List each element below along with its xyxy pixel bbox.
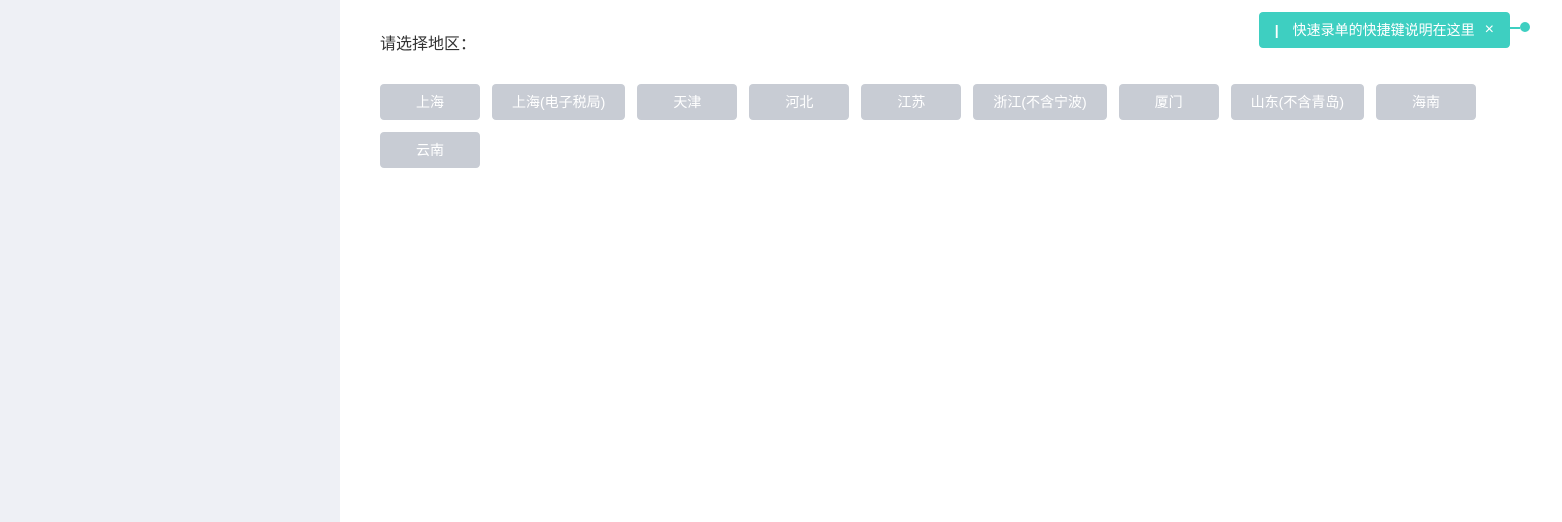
tooltip-text: 快速录单的快捷键说明在这里 bbox=[1293, 20, 1475, 40]
left-sidebar bbox=[0, 0, 340, 522]
region-button-9[interactable]: 云南 bbox=[380, 132, 480, 168]
region-button-5[interactable]: 浙江(不含宁波) bbox=[973, 84, 1106, 120]
tooltip-close-button[interactable]: × bbox=[1485, 22, 1494, 38]
region-buttons-container: 上海上海(电子税局) 天津河北江苏浙江(不含宁波) 厦门山东(不含青岛) 海南云南 bbox=[380, 84, 1522, 168]
region-button-6[interactable]: 厦门 bbox=[1119, 84, 1219, 120]
tooltip-banner: 快速录单的快捷键说明在这里 × bbox=[1259, 12, 1510, 48]
region-button-0[interactable]: 上海 bbox=[380, 84, 480, 120]
tooltip-dot bbox=[1520, 22, 1530, 32]
region-button-7[interactable]: 山东(不含青岛) bbox=[1231, 84, 1364, 120]
region-button-1[interactable]: 上海(电子税局) bbox=[492, 84, 625, 120]
region-button-8[interactable]: 海南 bbox=[1376, 84, 1476, 120]
main-content: 请选择地区： 上海上海(电子税局)天津河北江苏浙江(不含宁波)厦门山东(不含青岛… bbox=[340, 0, 1562, 522]
region-button-4[interactable]: 江苏 bbox=[861, 84, 961, 120]
region-button-2[interactable]: 天津 bbox=[637, 84, 737, 120]
region-button-3[interactable]: 河北 bbox=[749, 84, 849, 120]
